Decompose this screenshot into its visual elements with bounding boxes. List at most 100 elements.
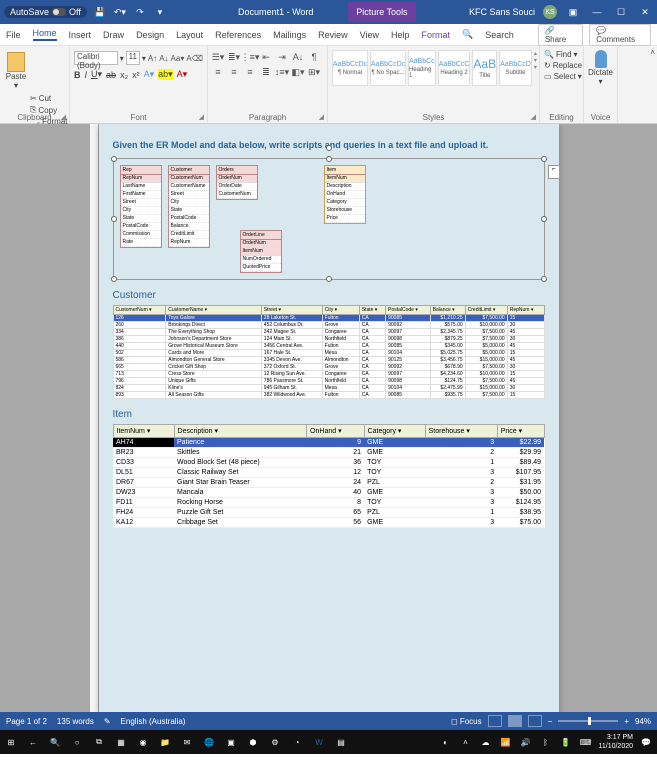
redo-icon[interactable]: ↷ — [133, 5, 147, 19]
paste-button[interactable]: Paste ▾ — [4, 52, 28, 90]
save-icon[interactable]: 💾 — [93, 5, 107, 19]
tab-references[interactable]: References — [215, 30, 261, 40]
text-effects-icon[interactable]: A▾ — [144, 69, 155, 80]
resize-handle[interactable] — [541, 156, 547, 162]
tab-mailings[interactable]: Mailings — [273, 30, 306, 40]
tab-home[interactable]: Home — [33, 28, 57, 41]
tab-review[interactable]: Review — [318, 30, 348, 40]
start-button[interactable]: ⊞ — [4, 735, 18, 749]
table-header[interactable]: PostalCode ▾ — [386, 306, 431, 315]
dictate-button[interactable]: Dictate — [588, 68, 613, 77]
page-indicator[interactable]: Page 1 of 2 — [6, 717, 47, 726]
chrome-icon[interactable]: ◉ — [136, 735, 150, 749]
explorer-icon[interactable]: 📁 — [158, 735, 172, 749]
tab-insert[interactable]: Insert — [69, 30, 92, 40]
resize-handle[interactable] — [111, 156, 117, 162]
zoom-in-icon[interactable]: + — [624, 717, 629, 726]
undo-icon[interactable]: ↶▾ — [113, 5, 127, 19]
table-header[interactable]: Category ▾ — [364, 425, 425, 438]
table-header[interactable]: Street ▾ — [261, 306, 322, 315]
back-icon[interactable]: ← — [26, 735, 40, 749]
sort-icon[interactable]: A↓ — [292, 51, 304, 63]
cortana-icon[interactable]: ○ — [70, 735, 84, 749]
resize-handle[interactable] — [111, 216, 117, 222]
spellcheck-icon[interactable]: ✎ — [104, 717, 111, 726]
tray-up-icon[interactable]: ˄ — [458, 735, 472, 749]
borders-icon[interactable]: ⊞▾ — [308, 66, 320, 78]
table-header[interactable]: Storehouse ▾ — [425, 425, 497, 438]
styles-gallery[interactable]: AaBbCcDc¶ Normal AaBbCcDc¶ No Spac... Aa… — [332, 50, 535, 86]
cut-button[interactable]: ✂Cut — [30, 94, 65, 103]
language-indicator[interactable]: English (Australia) — [121, 717, 186, 726]
styles-more-icon[interactable]: ▾ — [534, 64, 537, 71]
multilevel-icon[interactable]: ⋮≡▾ — [244, 51, 256, 63]
find-button[interactable]: 🔍Find▾ — [544, 50, 579, 59]
read-mode-icon[interactable] — [488, 715, 502, 727]
outdent-icon[interactable]: ⇤ — [260, 51, 272, 63]
wifi-icon[interactable]: 📶 — [498, 735, 512, 749]
word-icon[interactable]: W — [312, 735, 326, 749]
style-heading2[interactable]: AaBbCcCHeading 2 — [438, 50, 471, 86]
chevron-down-icon[interactable]: ▾ — [120, 54, 124, 63]
superscript-button[interactable]: x² — [132, 70, 140, 80]
table-header[interactable]: CreditLimit ▾ — [465, 306, 507, 315]
word-count[interactable]: 135 words — [57, 717, 94, 726]
select-button[interactable]: ▭Select▾ — [544, 72, 579, 81]
style-normal[interactable]: AaBbCcDc¶ Normal — [332, 50, 368, 86]
table-header[interactable]: Balance ▾ — [430, 306, 465, 315]
clock[interactable]: 3:17 PM 11/10/2020 — [598, 733, 633, 751]
tab-view[interactable]: View — [360, 30, 379, 40]
justify-icon[interactable]: ≣ — [260, 66, 272, 78]
taskview-icon[interactable]: ⧉ — [92, 735, 106, 749]
table-header[interactable]: CustomerNum ▾ — [113, 306, 166, 315]
tab-layout[interactable]: Layout — [176, 30, 203, 40]
font-name-select[interactable]: Calibri (Body) — [74, 51, 118, 65]
tab-draw[interactable]: Draw — [103, 30, 124, 40]
chevron-down-icon[interactable]: ▾ — [142, 54, 146, 63]
document-area[interactable]: Given the ER Model and data below, write… — [0, 124, 657, 712]
table-header[interactable]: CustomerName ▾ — [166, 306, 262, 315]
rotate-handle[interactable] — [326, 145, 332, 151]
tab-file[interactable]: File — [6, 30, 21, 40]
font-dialog-icon[interactable]: ◢ — [199, 113, 204, 121]
picture-tools-tab[interactable]: Picture Tools — [348, 2, 415, 22]
search-box[interactable]: Search — [485, 30, 514, 40]
user-avatar[interactable]: KS — [543, 5, 557, 19]
styles-up-icon[interactable]: ▴ — [534, 50, 537, 57]
highlight-icon[interactable]: ab▾ — [158, 69, 173, 80]
print-layout-icon[interactable] — [508, 715, 522, 727]
tab-format[interactable]: Format — [422, 30, 451, 40]
table-header[interactable]: Description ▾ — [174, 425, 307, 438]
styles-dialog-icon[interactable]: ◢ — [531, 113, 536, 121]
bold-button[interactable]: B — [74, 70, 81, 80]
resize-handle[interactable] — [541, 276, 547, 282]
clear-format-icon[interactable]: A⌫ — [186, 54, 203, 63]
app-icon[interactable]: ◔ — [290, 735, 304, 749]
settings-icon[interactable]: ⚙ — [268, 735, 282, 749]
zoom-out-icon[interactable]: − — [548, 717, 553, 726]
edge-icon[interactable]: 🌐 — [202, 735, 216, 749]
style-subtitle[interactable]: AaBbCcDSubtitle — [499, 50, 532, 86]
line-spacing-icon[interactable]: ↕≡▾ — [276, 66, 288, 78]
share-button[interactable]: 🔗 Share — [538, 24, 583, 46]
maximize-button[interactable]: ☐ — [613, 7, 629, 18]
shrink-font-icon[interactable]: A↓ — [159, 54, 168, 63]
table-header[interactable]: Price ▾ — [497, 425, 544, 438]
underline-button[interactable]: U▾ — [91, 69, 102, 80]
battery-icon[interactable]: 🔋 — [558, 735, 572, 749]
focus-mode[interactable]: ◻ Focus — [451, 717, 482, 726]
qat-more-icon[interactable]: ▾ — [153, 5, 167, 19]
replace-button[interactable]: ↻Replace — [544, 61, 579, 70]
table-header[interactable]: City ▾ — [322, 306, 359, 315]
collapse-ribbon-icon[interactable]: ˄ — [650, 48, 655, 57]
resize-handle[interactable] — [111, 276, 117, 282]
clipboard-dialog-icon[interactable]: ◢ — [61, 113, 66, 121]
numbering-icon[interactable]: ≣▾ — [228, 51, 240, 63]
shading-icon[interactable]: ◧▾ — [292, 66, 304, 78]
minimize-button[interactable]: — — [589, 7, 605, 17]
table-header[interactable]: State ▾ — [359, 306, 385, 315]
table-header[interactable]: RepNum ▾ — [507, 306, 544, 315]
font-size-select[interactable]: 11 — [126, 51, 140, 65]
italic-button[interactable]: I — [85, 70, 88, 80]
strikethrough-button[interactable]: ab — [106, 70, 116, 80]
